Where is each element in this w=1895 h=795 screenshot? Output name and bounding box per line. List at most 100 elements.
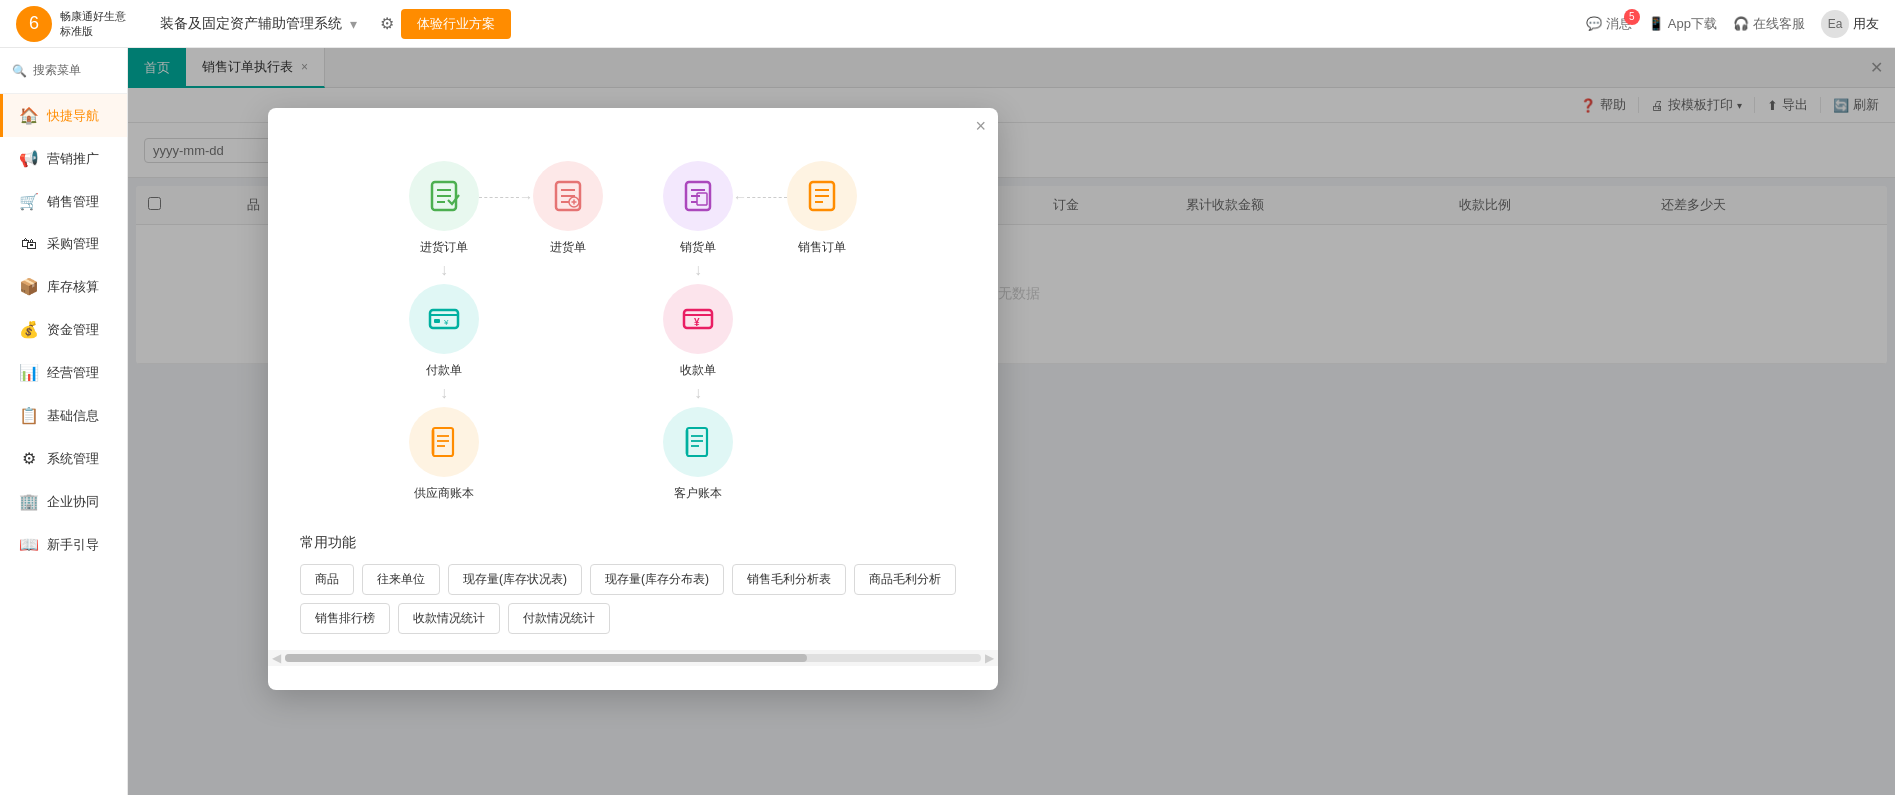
payment-label: 付款单 bbox=[426, 362, 462, 379]
scroll-thumb[interactable] bbox=[285, 654, 807, 662]
sidebar-item-label: 采购管理 bbox=[47, 235, 99, 253]
btn-payment-stats[interactable]: 付款情况统计 bbox=[508, 603, 610, 634]
modal-close-area: × bbox=[268, 108, 998, 137]
down-arrow-3: ↓ bbox=[694, 262, 702, 278]
app-download-label: App下载 bbox=[1668, 15, 1717, 33]
content-area: 首页 销售订单执行表 × ✕ ❓ 帮助 bbox=[128, 48, 1895, 795]
common-functions-section: 常用功能 商品 往来单位 现存量(库存状况表) 现存量(库存分布表) 销售毛利分… bbox=[300, 534, 966, 634]
scroll-left-icon[interactable]: ◀ bbox=[272, 651, 281, 665]
btn-product-profit[interactable]: 商品毛利分析 bbox=[854, 564, 956, 595]
sidebar-item-label: 新手引导 bbox=[47, 536, 99, 554]
btn-sales-rank[interactable]: 销售排行榜 bbox=[300, 603, 390, 634]
sidebar-item-label: 经营管理 bbox=[47, 364, 99, 382]
receipt-label: 收款单 bbox=[680, 362, 716, 379]
flow-item-sales-order[interactable]: 销售订单 bbox=[787, 161, 857, 256]
finance-icon: 💰 bbox=[19, 320, 39, 339]
flow-item-receipt[interactable]: ¥ 收款单 bbox=[663, 284, 733, 379]
search-menu-label: 搜索菜单 bbox=[33, 62, 81, 79]
sidebar-search-area[interactable]: 🔍 搜索菜单 bbox=[0, 48, 127, 94]
sidebar-item-label: 系统管理 bbox=[47, 450, 99, 468]
customer-ledger-label: 客户账本 bbox=[674, 485, 722, 502]
btn-stock-status[interactable]: 现存量(库存状况表) bbox=[448, 564, 582, 595]
modal-content: 进货订单 ↓ ¥ 付款单 bbox=[268, 137, 998, 690]
system-title-area: 装备及固定资产辅助管理系统 ▾ bbox=[144, 15, 373, 33]
sales-order-circle bbox=[787, 161, 857, 231]
sidebar-item-purchase[interactable]: 🛍 采购管理 bbox=[0, 223, 127, 265]
sidebar-item-label: 基础信息 bbox=[47, 407, 99, 425]
flow-item-purchase-bill[interactable]: 进货单 bbox=[533, 161, 603, 256]
btn-receipt-stats[interactable]: 收款情况统计 bbox=[398, 603, 500, 634]
svg-rect-28 bbox=[687, 428, 707, 456]
flow-item-supplier-ledger[interactable]: 供应商账本 bbox=[409, 407, 479, 502]
down-arrow-4: ↓ bbox=[694, 385, 702, 401]
sidebar-item-system[interactable]: ⚙ 系统管理 bbox=[0, 437, 127, 480]
flow-item-payment[interactable]: ¥ 付款单 bbox=[409, 284, 479, 379]
sidebar-item-quick-nav[interactable]: 🏠 快捷导航 bbox=[0, 94, 127, 137]
sidebar-item-finance[interactable]: 💰 资金管理 bbox=[0, 308, 127, 351]
supplier-ledger-label: 供应商账本 bbox=[414, 485, 474, 502]
sidebar-item-marketing[interactable]: 📢 营销推广 bbox=[0, 137, 127, 180]
svg-rect-9 bbox=[431, 430, 435, 454]
sidebar-item-operations[interactable]: 📊 经营管理 bbox=[0, 351, 127, 394]
flow-item-customer-ledger[interactable]: 客户账本 bbox=[663, 407, 733, 502]
logo-area: 6 畅康通好生意 标准版 bbox=[16, 6, 144, 42]
common-functions-buttons: 商品 往来单位 现存量(库存状况表) 现存量(库存分布表) 销售毛利分析表 商品… bbox=[300, 564, 966, 634]
search-menu-button[interactable]: 🔍 搜索菜单 bbox=[8, 58, 119, 83]
mid-right-column: 销货单 ↓ ¥ 收款单 bbox=[663, 161, 733, 502]
receipt-circle: ¥ bbox=[663, 284, 733, 354]
home-icon: 🏠 bbox=[19, 106, 39, 125]
scroll-right-icon[interactable]: ▶ bbox=[985, 651, 994, 665]
flow-item-sales-bill[interactable]: 销货单 bbox=[663, 161, 733, 256]
online-service-label: 在线客服 bbox=[1753, 15, 1805, 33]
h-arrow-2: ← bbox=[733, 161, 787, 205]
btn-sales-profit[interactable]: 销售毛利分析表 bbox=[732, 564, 846, 595]
message-button[interactable]: 💬 消息 5 bbox=[1586, 15, 1632, 33]
sidebar-item-label: 企业协同 bbox=[47, 493, 99, 511]
logo-text: 畅康通好生意 标准版 bbox=[60, 9, 126, 38]
svg-text:¥: ¥ bbox=[694, 317, 700, 328]
experience-button[interactable]: 体验行业方案 bbox=[401, 9, 511, 39]
flow-item-purchase-order[interactable]: 进货订单 bbox=[409, 161, 479, 256]
scroll-track[interactable] bbox=[285, 654, 981, 662]
svg-rect-6 bbox=[434, 319, 440, 323]
system-title-dropdown-icon[interactable]: ▾ bbox=[350, 16, 357, 32]
modal-close-button[interactable]: × bbox=[975, 116, 986, 137]
sales-icon: 🛒 bbox=[19, 192, 39, 211]
purchase-bill-label: 进货单 bbox=[550, 239, 586, 256]
basic-info-icon: 📋 bbox=[19, 406, 39, 425]
sidebar-item-basic-info[interactable]: 📋 基础信息 bbox=[0, 394, 127, 437]
down-arrow-1: ↓ bbox=[440, 262, 448, 278]
logo-icon: 6 bbox=[16, 6, 52, 42]
supplier-ledger-circle bbox=[409, 407, 479, 477]
operations-icon: 📊 bbox=[19, 363, 39, 382]
sidebar-item-sales[interactable]: 🛒 销售管理 bbox=[0, 180, 127, 223]
btn-stock-dist[interactable]: 现存量(库存分布表) bbox=[590, 564, 724, 595]
payment-circle: ¥ bbox=[409, 284, 479, 354]
online-service-button[interactable]: 🎧 在线客服 bbox=[1733, 15, 1805, 33]
user-area[interactable]: Ea 用友 bbox=[1821, 10, 1879, 38]
btn-counterparty[interactable]: 往来单位 bbox=[362, 564, 440, 595]
avatar: Ea bbox=[1821, 10, 1849, 38]
left-flow-column: 进货订单 ↓ ¥ 付款单 bbox=[409, 161, 479, 502]
sidebar-item-label: 营销推广 bbox=[47, 150, 99, 168]
purchase-icon: 🛍 bbox=[19, 235, 39, 253]
sidebar-item-label: 销售管理 bbox=[47, 193, 99, 211]
sidebar-item-label: 资金管理 bbox=[47, 321, 99, 339]
settings-button[interactable]: ⚙ bbox=[373, 10, 401, 38]
enterprise-icon: 🏢 bbox=[19, 492, 39, 511]
message-badge: 5 bbox=[1624, 9, 1640, 25]
modal-overlay: × 进货订单 bbox=[128, 48, 1895, 795]
app-download-button[interactable]: 📱 App下载 bbox=[1648, 15, 1717, 33]
sidebar-item-enterprise[interactable]: 🏢 企业协同 bbox=[0, 480, 127, 523]
sales-bill-circle bbox=[663, 161, 733, 231]
common-functions-title: 常用功能 bbox=[300, 534, 966, 552]
sidebar: 🔍 搜索菜单 🏠 快捷导航 📢 营销推广 🛒 销售管理 🛍 采购管理 bbox=[0, 48, 128, 795]
horizontal-scrollbar[interactable]: ◀ ▶ bbox=[268, 650, 998, 666]
system-icon: ⚙ bbox=[19, 449, 39, 468]
btn-product[interactable]: 商品 bbox=[300, 564, 354, 595]
inventory-icon: 📦 bbox=[19, 277, 39, 296]
purchase-order-label: 进货订单 bbox=[420, 239, 468, 256]
message-icon: 💬 bbox=[1586, 16, 1602, 31]
sidebar-item-inventory[interactable]: 📦 库存核算 bbox=[0, 265, 127, 308]
sidebar-item-newbie[interactable]: 📖 新手引导 bbox=[0, 523, 127, 566]
